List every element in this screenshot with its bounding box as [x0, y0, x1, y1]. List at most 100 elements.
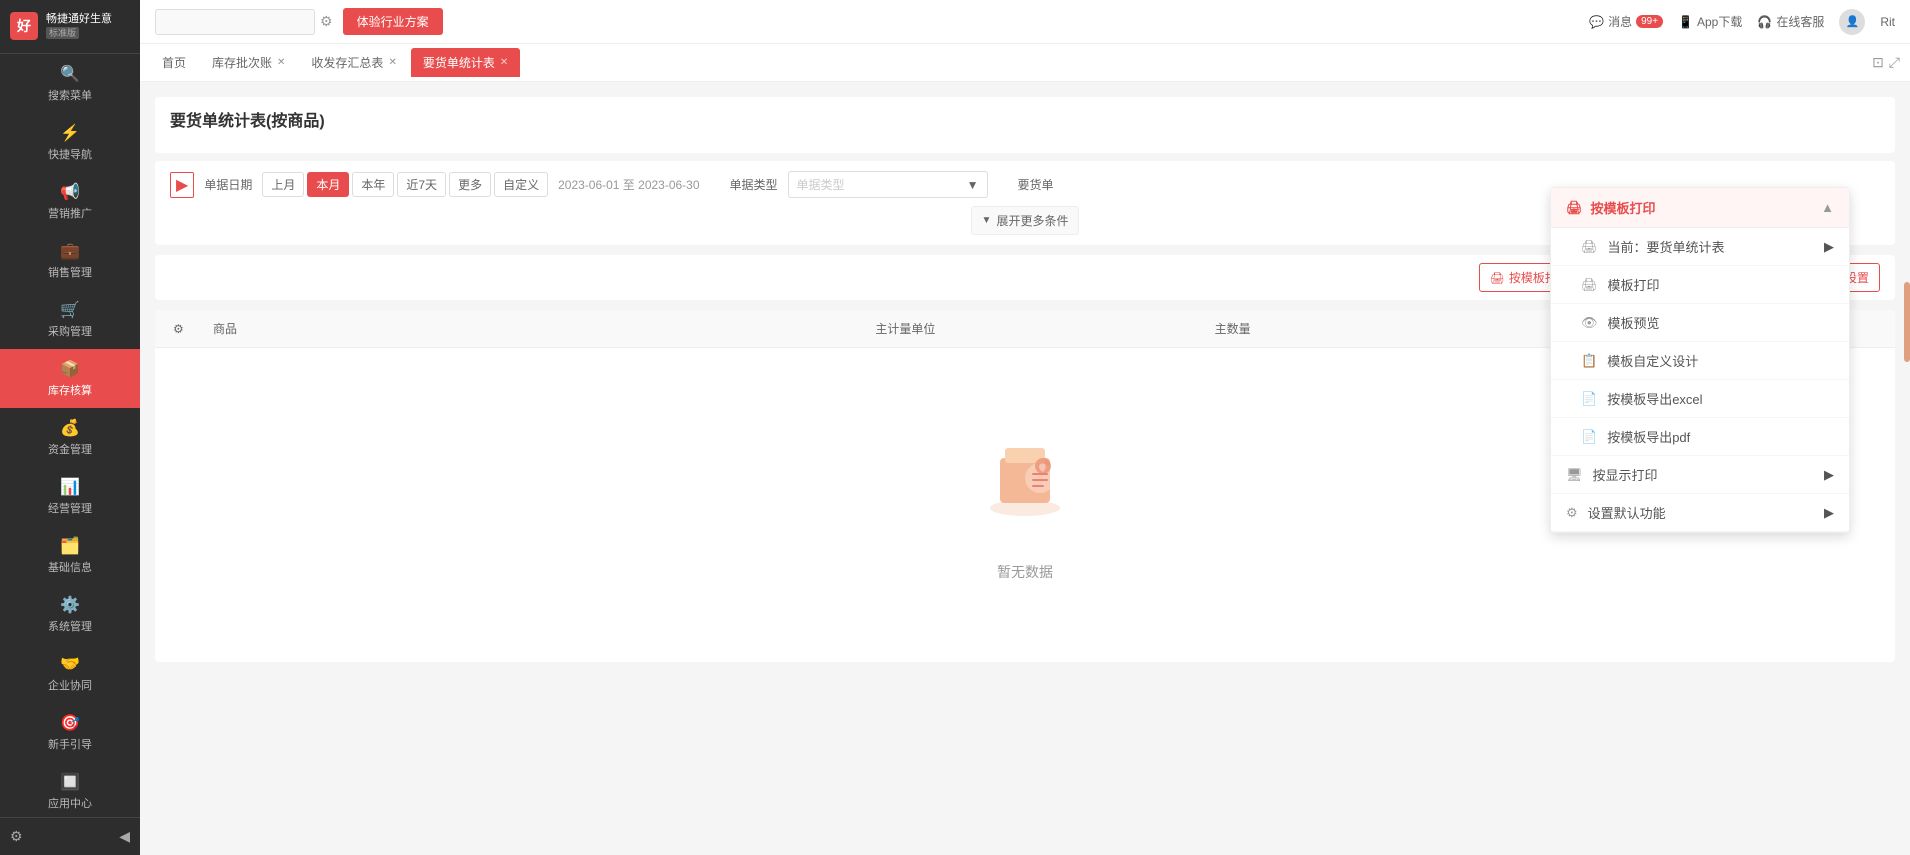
current-chevron-icon: ▶ — [1824, 239, 1834, 255]
date-btn-last-month[interactable]: 上月 — [262, 172, 304, 197]
th-qty: 主数量 — [1207, 310, 1546, 347]
tab-batch-account-close[interactable]: ✕ — [277, 57, 285, 68]
dropdown-template-pdf[interactable]: 📄 按模板导出pdf — [1551, 418, 1849, 456]
sidebar-item-apps[interactable]: 🔲 应用中心 — [0, 762, 140, 817]
expand-conditions-btn[interactable]: ▼ 展开更多条件 — [971, 206, 1080, 235]
date-range-display: 2023-06-01 至 2023-06-30 — [558, 176, 699, 193]
settings-gear-icon[interactable]: ⚙ — [173, 322, 184, 336]
display-print-icon: 🖥 — [1566, 467, 1583, 483]
newbie-icon: 🎯 — [60, 713, 80, 733]
dropdown-template-print[interactable]: 🖨 模板打印 — [1551, 266, 1849, 304]
collapse-sidebar-btn[interactable]: ◀ — [119, 828, 130, 845]
dropdown-template-preview[interactable]: 👁 模板预览 — [1551, 304, 1849, 342]
tab-maximize-icon[interactable]: ⤢ — [1889, 54, 1900, 71]
expand-conditions-label: 展开更多条件 — [996, 212, 1068, 229]
date-btn-this-month[interactable]: 本月 — [307, 172, 349, 197]
tab-order-stats-label: 要货单统计表 — [423, 54, 495, 71]
tab-batch-account[interactable]: 库存批次账 ✕ — [200, 48, 297, 77]
set-default-icon: ⚙ — [1566, 505, 1578, 521]
template-excel-label: 按模板导出excel — [1607, 389, 1702, 408]
sidebar-label-search: 搜索菜单 — [48, 87, 92, 103]
tab-receivable-summary[interactable]: 收发存汇总表 ✕ — [299, 48, 408, 77]
template-print-label: 模板打印 — [1608, 275, 1660, 294]
headset-icon: 🎧 — [1757, 15, 1772, 29]
dropdown-header-label: 按模板打印 — [1591, 198, 1656, 217]
sidebar-item-system[interactable]: ⚙️ 系统管理 — [0, 585, 140, 644]
dropdown-current-item[interactable]: 🖨 当前：要货单统计表 ▶ — [1551, 228, 1849, 266]
trial-btn[interactable]: 体验行业方案 — [343, 8, 443, 35]
tab-order-stats-close[interactable]: ✕ — [500, 57, 508, 68]
dropdown-up-icon: ▲ — [1821, 200, 1834, 215]
order-type-select[interactable]: 单据类型 ▼ — [788, 171, 988, 198]
template-pdf-label: 按模板导出pdf — [1607, 427, 1690, 446]
sidebar-label-operations: 经营管理 — [48, 500, 92, 516]
sidebar-item-marketing[interactable]: 📢 营销推广 — [0, 172, 140, 231]
order-type-label: 单据类型 — [730, 176, 778, 193]
top-search-area: ⚙ — [155, 9, 333, 35]
template-design-label: 模板自定义设计 — [1607, 351, 1698, 370]
template-preview-icon: 👁 — [1581, 315, 1598, 331]
tab-batch-account-label: 库存批次账 — [212, 54, 272, 71]
logo-icon: 好 — [10, 12, 38, 40]
sidebar-item-quick[interactable]: ⚡ 快捷导航 — [0, 113, 140, 172]
sidebar-item-newbie[interactable]: 🎯 新手引导 — [0, 703, 140, 762]
date-btn-custom[interactable]: 自定义 — [494, 172, 548, 197]
sidebar-item-inventory[interactable]: 📦 库存核算 — [0, 349, 140, 408]
app-tag: 标准版 — [46, 27, 79, 39]
sales-icon: 💼 — [60, 241, 80, 261]
app-download-label: App下载 — [1697, 13, 1742, 30]
print-dropdown-panel: 🖨 按模板打印 ▲ 🖨 当前：要货单统计表 ▶ 🖨 模板打印 — [1550, 187, 1850, 533]
sidebar-label-sales: 销售管理 — [48, 264, 92, 280]
filter-expand-btn[interactable]: ▶ — [170, 172, 194, 198]
inventory-icon: 📦 — [60, 359, 80, 379]
settings-bottom-btn[interactable]: ⚙ — [10, 828, 23, 845]
dropdown-current-label: 当前：要货单统计表 — [1608, 237, 1725, 256]
dropdown-header[interactable]: 🖨 按模板打印 ▲ — [1551, 188, 1849, 228]
date-btn-more[interactable]: 更多 — [449, 172, 491, 197]
dropdown-header-left: 🖨 按模板打印 — [1566, 198, 1656, 217]
online-service-label: 在线客服 — [1776, 13, 1824, 30]
sidebar-item-sales[interactable]: 💼 销售管理 — [0, 231, 140, 290]
sidebar-label-basic: 基础信息 — [48, 559, 92, 575]
sidebar-label-system: 系统管理 — [48, 618, 92, 634]
page-title: 要货单统计表(按商品) — [170, 107, 1880, 131]
tab-receivable-close[interactable]: ✕ — [388, 57, 396, 68]
tab-restore-icon[interactable]: ⊡ — [1872, 54, 1884, 71]
sidebar-label-marketing: 营销推广 — [48, 205, 92, 221]
sidebar-item-collab[interactable]: 🤝 企业协同 — [0, 644, 140, 703]
sidebar-item-finance[interactable]: 💰 资金管理 — [0, 408, 140, 467]
app-download-action[interactable]: 📱 App下载 — [1678, 13, 1742, 30]
online-service-action[interactable]: 🎧 在线客服 — [1757, 13, 1824, 30]
dropdown-set-default[interactable]: ⚙ 设置默认功能 ▶ — [1551, 494, 1849, 532]
top-gear-icon[interactable]: ⚙ — [320, 13, 333, 30]
date-btn-this-year[interactable]: 本年 — [352, 172, 394, 197]
template-pdf-icon: 📄 — [1581, 429, 1597, 445]
sidebar-item-purchase[interactable]: 🛒 采购管理 — [0, 290, 140, 349]
top-search-input[interactable] — [155, 9, 315, 35]
apps-icon: 🔲 — [60, 772, 80, 792]
template-preview-label: 模板预览 — [1608, 313, 1660, 332]
dropdown-display-print[interactable]: 🖥 按显示打印 ▶ — [1551, 456, 1849, 494]
sidebar-item-operations[interactable]: 📊 经营管理 — [0, 467, 140, 526]
finance-icon: 💰 — [60, 418, 80, 438]
page-content: 要货单统计表(按商品) ▶ 单据日期 上月 本月 本年 近7天 更多 自定义 — [140, 82, 1910, 855]
top-bar: ⚙ 体验行业方案 💬 消息 99+ 📱 App下载 🎧 在线客服 👤 — [140, 0, 1910, 44]
sidebar-item-basic[interactable]: 🗂️ 基础信息 — [0, 526, 140, 585]
tab-home-label: 首页 — [162, 54, 186, 71]
message-action[interactable]: 💬 消息 99+ — [1589, 13, 1663, 30]
date-btn-7days[interactable]: 近7天 — [397, 172, 446, 197]
tab-order-stats[interactable]: 要货单统计表 ✕ — [411, 48, 520, 77]
sidebar-label-collab: 企业协同 — [48, 677, 92, 693]
user-avatar[interactable]: 👤 — [1839, 9, 1865, 35]
phone-icon: 📱 — [1678, 15, 1693, 29]
th-checkbox: ⚙ — [165, 312, 205, 346]
scroll-indicator[interactable] — [1904, 282, 1910, 362]
user-name: Rit — [1880, 15, 1895, 29]
sidebar-item-search[interactable]: 🔍 搜索菜单 — [0, 54, 140, 113]
dropdown-template-excel[interactable]: 📄 按模板导出excel — [1551, 380, 1849, 418]
tab-home[interactable]: 首页 — [150, 48, 198, 77]
print-header-icon: 🖨 — [1566, 200, 1583, 216]
message-badge: 99+ — [1636, 15, 1663, 28]
dropdown-template-design[interactable]: 📋 模板自定义设计 — [1551, 342, 1849, 380]
template-print-icon: 🖨 — [1581, 277, 1598, 293]
